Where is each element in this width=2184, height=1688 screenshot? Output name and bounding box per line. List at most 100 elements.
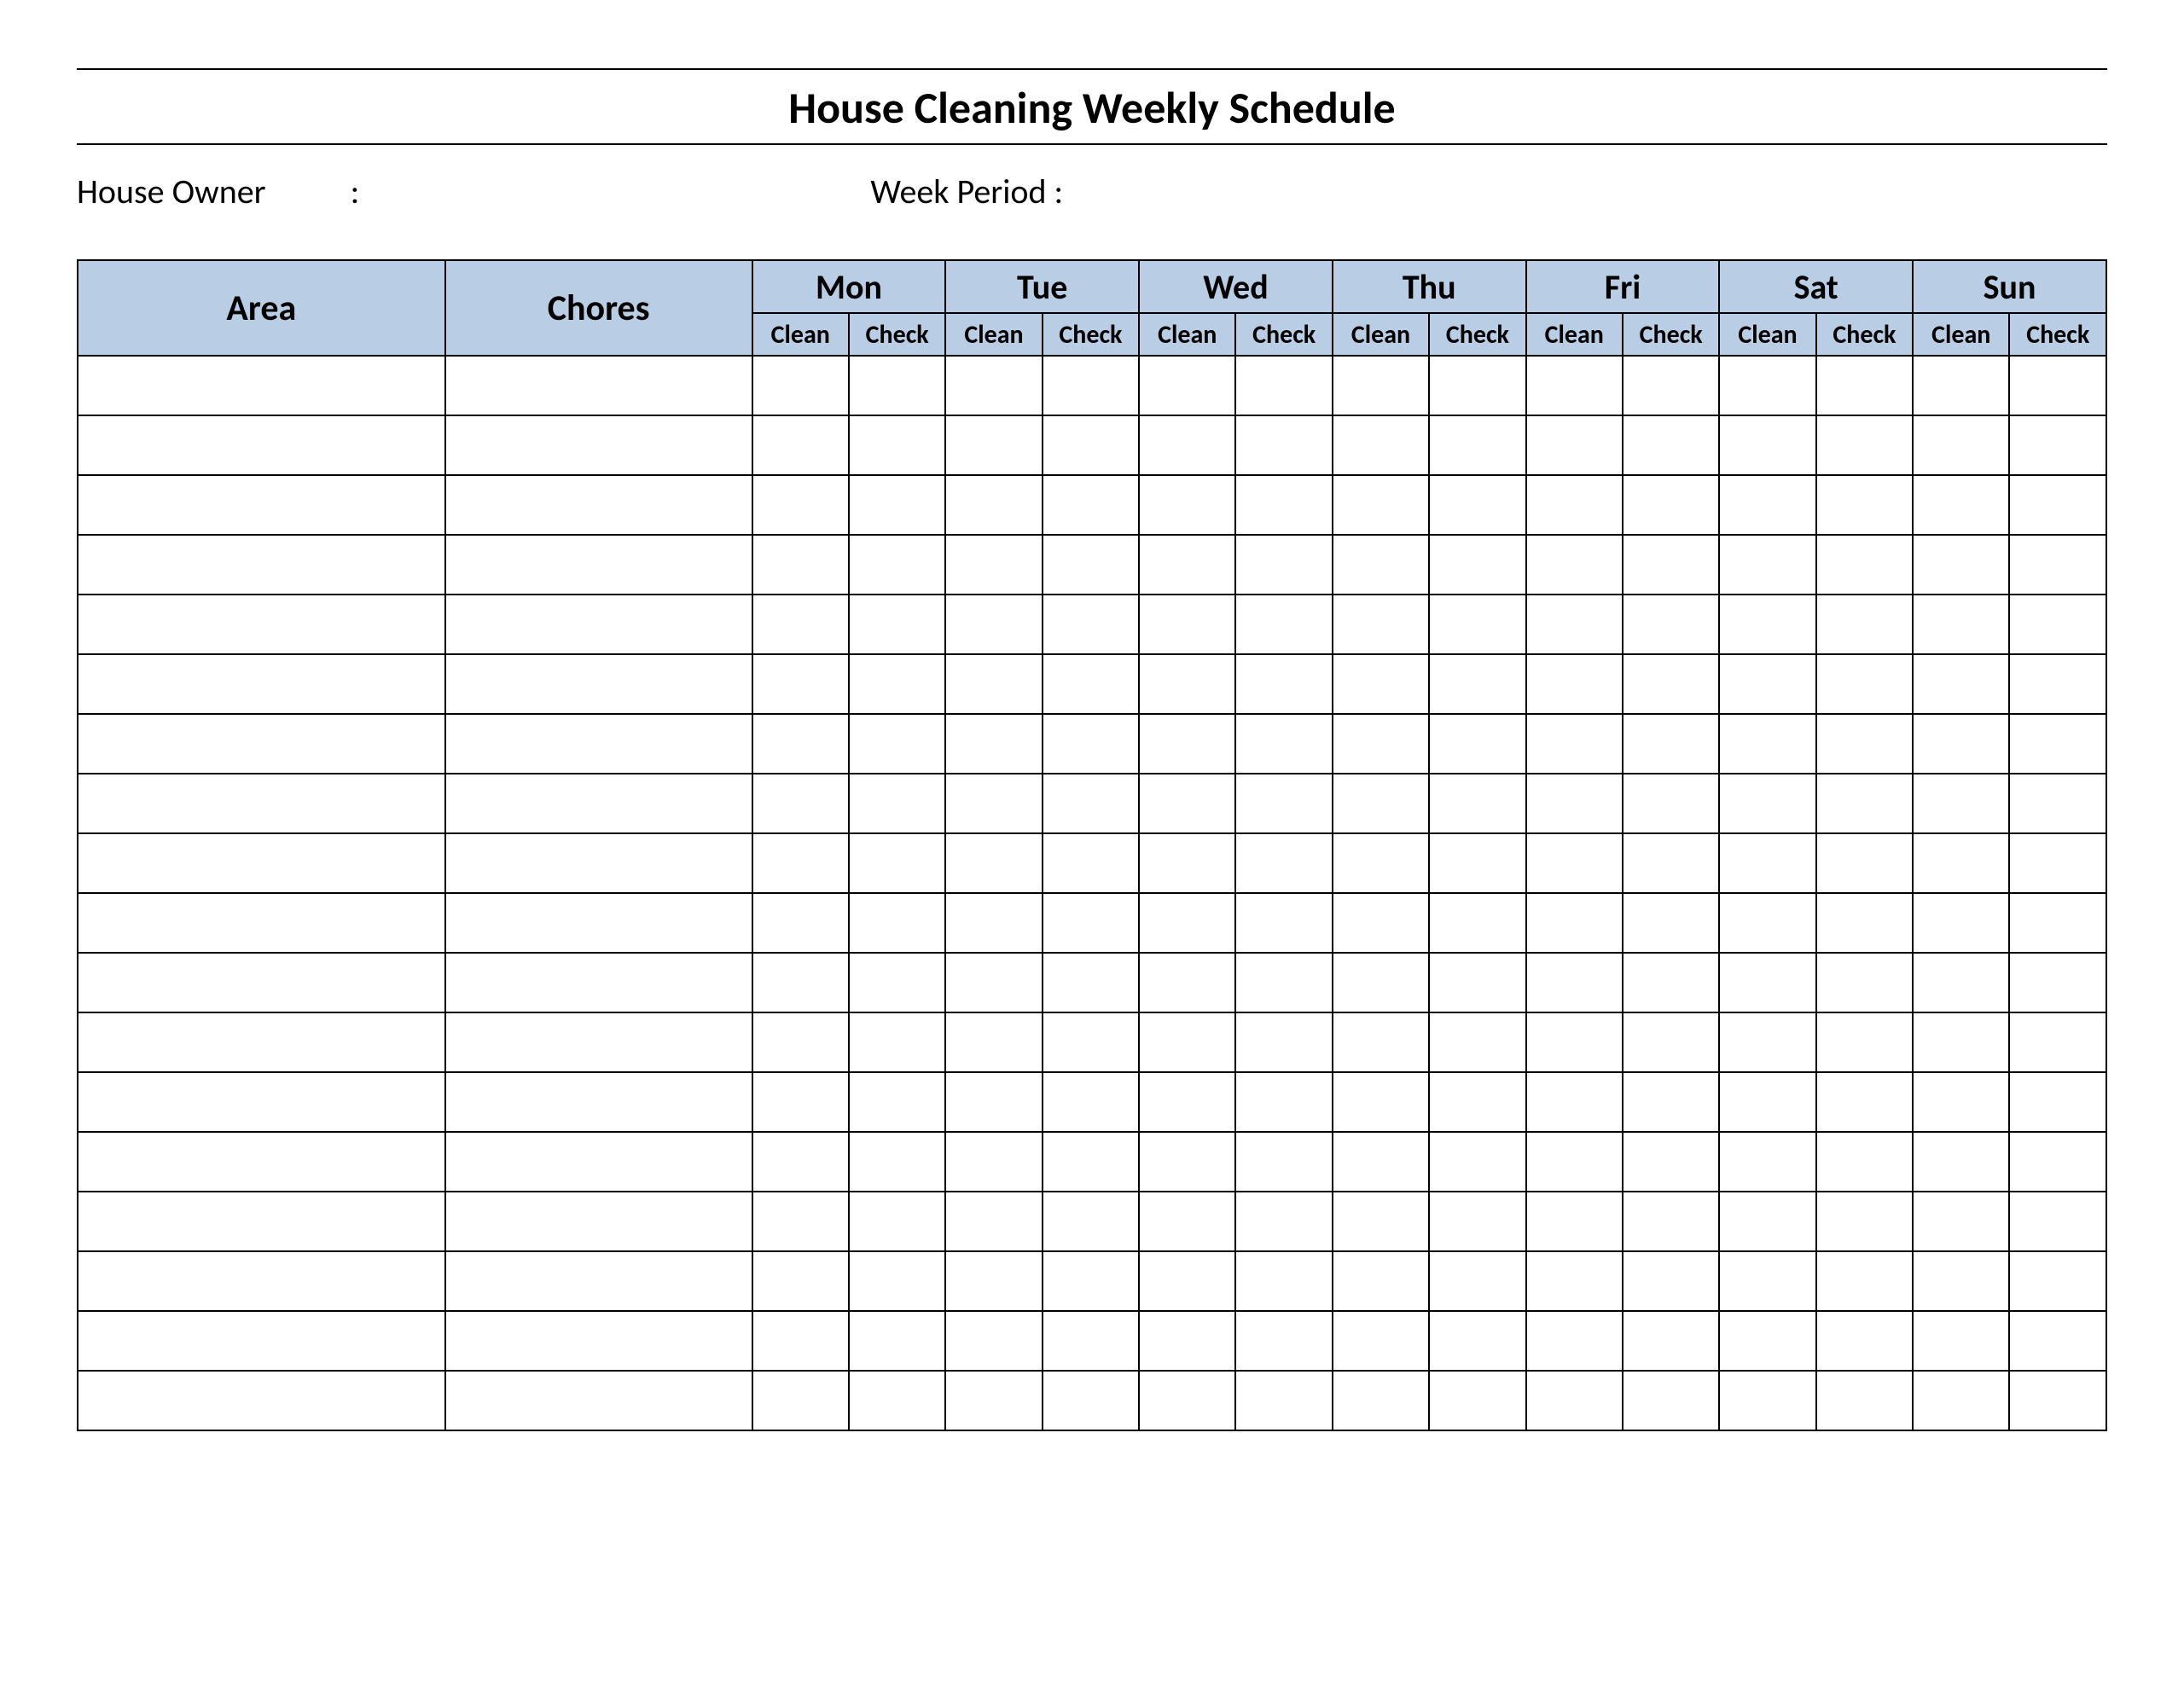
cell-area[interactable] [78, 833, 445, 893]
cell-day[interactable] [849, 1311, 945, 1371]
cell-chores[interactable] [445, 415, 752, 475]
cell-day[interactable] [849, 1132, 945, 1192]
cell-day[interactable] [1333, 1192, 1429, 1251]
cell-area[interactable] [78, 774, 445, 833]
cell-day[interactable] [752, 535, 849, 595]
cell-day[interactable] [1333, 953, 1429, 1012]
cell-day[interactable] [1816, 356, 1913, 415]
cell-day[interactable] [1526, 1012, 1623, 1072]
cell-day[interactable] [1043, 595, 1139, 654]
cell-day[interactable] [1719, 893, 1815, 953]
cell-day[interactable] [1719, 1192, 1815, 1251]
cell-day[interactable] [1429, 1251, 1525, 1311]
cell-day[interactable] [2009, 893, 2106, 953]
cell-day[interactable] [1816, 714, 1913, 774]
cell-day[interactable] [849, 893, 945, 953]
cell-day[interactable] [1623, 595, 1719, 654]
cell-day[interactable] [1333, 1132, 1429, 1192]
cell-chores[interactable] [445, 833, 752, 893]
cell-day[interactable] [1139, 1371, 1235, 1430]
cell-day[interactable] [1429, 1192, 1525, 1251]
cell-day[interactable] [1235, 1012, 1332, 1072]
cell-day[interactable] [1719, 714, 1815, 774]
cell-day[interactable] [945, 774, 1042, 833]
cell-day[interactable] [1816, 535, 1913, 595]
cell-day[interactable] [1526, 654, 1623, 714]
cell-area[interactable] [78, 1251, 445, 1311]
cell-area[interactable] [78, 953, 445, 1012]
cell-day[interactable] [1235, 356, 1332, 415]
cell-day[interactable] [1816, 654, 1913, 714]
cell-day[interactable] [1816, 1192, 1913, 1251]
cell-day[interactable] [752, 1251, 849, 1311]
cell-day[interactable] [752, 1132, 849, 1192]
cell-day[interactable] [1235, 1251, 1332, 1311]
cell-day[interactable] [945, 833, 1042, 893]
cell-day[interactable] [1913, 1132, 2009, 1192]
cell-day[interactable] [1623, 1132, 1719, 1192]
cell-day[interactable] [1719, 953, 1815, 1012]
cell-day[interactable] [1139, 833, 1235, 893]
cell-day[interactable] [1043, 1371, 1139, 1430]
cell-day[interactable] [1043, 714, 1139, 774]
cell-day[interactable] [1913, 953, 2009, 1012]
cell-day[interactable] [1623, 953, 1719, 1012]
cell-day[interactable] [1429, 535, 1525, 595]
cell-day[interactable] [1333, 415, 1429, 475]
cell-day[interactable] [1139, 475, 1235, 535]
cell-day[interactable] [1526, 356, 1623, 415]
cell-day[interactable] [1043, 535, 1139, 595]
cell-day[interactable] [1139, 953, 1235, 1012]
cell-day[interactable] [945, 893, 1042, 953]
cell-day[interactable] [1429, 356, 1525, 415]
cell-day[interactable] [2009, 833, 2106, 893]
cell-day[interactable] [1913, 1371, 2009, 1430]
cell-day[interactable] [1816, 833, 1913, 893]
cell-day[interactable] [752, 1371, 849, 1430]
cell-day[interactable] [752, 475, 849, 535]
cell-day[interactable] [849, 415, 945, 475]
cell-day[interactable] [945, 415, 1042, 475]
cell-chores[interactable] [445, 893, 752, 953]
cell-day[interactable] [849, 1371, 945, 1430]
cell-day[interactable] [1429, 1132, 1525, 1192]
cell-day[interactable] [1719, 833, 1815, 893]
cell-day[interactable] [1043, 654, 1139, 714]
cell-day[interactable] [945, 1311, 1042, 1371]
cell-day[interactable] [1333, 1371, 1429, 1430]
cell-day[interactable] [752, 595, 849, 654]
cell-day[interactable] [1719, 356, 1815, 415]
cell-day[interactable] [1333, 356, 1429, 415]
cell-day[interactable] [945, 1371, 1042, 1430]
cell-day[interactable] [752, 1012, 849, 1072]
cell-day[interactable] [752, 1311, 849, 1371]
cell-area[interactable] [78, 415, 445, 475]
cell-day[interactable] [1913, 415, 2009, 475]
cell-day[interactable] [752, 953, 849, 1012]
cell-day[interactable] [1429, 1311, 1525, 1371]
cell-day[interactable] [2009, 714, 2106, 774]
cell-day[interactable] [1913, 714, 2009, 774]
cell-day[interactable] [1526, 1192, 1623, 1251]
cell-day[interactable] [1333, 1311, 1429, 1371]
cell-day[interactable] [1235, 774, 1332, 833]
cell-day[interactable] [2009, 1012, 2106, 1072]
cell-day[interactable] [1526, 1132, 1623, 1192]
cell-day[interactable] [1139, 415, 1235, 475]
cell-day[interactable] [945, 595, 1042, 654]
cell-day[interactable] [849, 714, 945, 774]
cell-day[interactable] [945, 1251, 1042, 1311]
cell-day[interactable] [2009, 654, 2106, 714]
cell-day[interactable] [849, 1072, 945, 1132]
cell-day[interactable] [2009, 1072, 2106, 1132]
cell-day[interactable] [1139, 595, 1235, 654]
cell-day[interactable] [1235, 654, 1332, 714]
cell-day[interactable] [1235, 1371, 1332, 1430]
cell-day[interactable] [1139, 1012, 1235, 1072]
cell-day[interactable] [1623, 535, 1719, 595]
cell-day[interactable] [1139, 1132, 1235, 1192]
cell-day[interactable] [1333, 1012, 1429, 1072]
cell-day[interactable] [1719, 654, 1815, 714]
cell-day[interactable] [1429, 953, 1525, 1012]
cell-area[interactable] [78, 1132, 445, 1192]
